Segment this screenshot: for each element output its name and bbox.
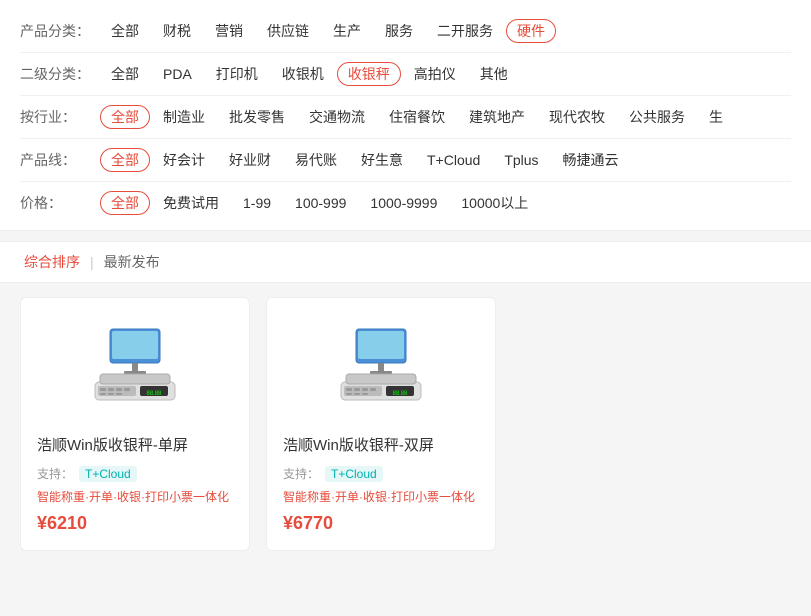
- sub-cashier[interactable]: 收银机: [271, 61, 335, 87]
- support-tag-1: T+Cloud: [79, 466, 137, 482]
- subcategory-items: 全部 PDA 打印机 收银机 收银秤 高拍仪 其他: [100, 61, 519, 87]
- product-name-2: 浩顺Win版收银秤-双屏: [283, 434, 479, 455]
- sort-divider: |: [90, 254, 94, 270]
- product-price-2: ¥6770: [283, 513, 479, 534]
- pl-hkj[interactable]: 好会计: [152, 147, 216, 173]
- ind-modern-ag[interactable]: 现代农牧: [538, 104, 616, 130]
- product-card-2[interactable]: 88.88 浩顺Win版收银秤-双屏 支持： T+Cloud 智能称重·开单·收…: [266, 297, 496, 551]
- sort-comprehensive[interactable]: 综合排序: [20, 250, 84, 274]
- ind-logistics[interactable]: 交通物流: [298, 104, 376, 130]
- pl-tcloud[interactable]: T+Cloud: [416, 149, 491, 171]
- ind-all[interactable]: 全部: [100, 105, 150, 129]
- cat-all[interactable]: 全部: [100, 18, 150, 44]
- product-support-1: 支持： T+Cloud: [37, 465, 233, 482]
- cat-supply[interactable]: 供应链: [256, 18, 320, 44]
- cat-hardware[interactable]: 硬件: [506, 19, 556, 43]
- product-name-1: 浩顺Win版收银秤-单屏: [37, 434, 233, 455]
- price-label: 价格：: [20, 193, 92, 213]
- sub-scale[interactable]: 收银秤: [337, 62, 401, 86]
- subcategory-filter-row: 二级分类： 全部 PDA 打印机 收银机 收银秤 高拍仪 其他: [20, 53, 791, 96]
- price-100-999[interactable]: 100-999: [284, 192, 357, 214]
- sub-printer[interactable]: 打印机: [205, 61, 269, 87]
- ind-realestate[interactable]: 建筑地产: [458, 104, 536, 130]
- product-desc-1: 智能称重·开单·收银·打印小票一体化: [37, 488, 233, 505]
- product-svg-1: 88.88: [80, 324, 190, 414]
- product-image-2: 88.88: [283, 314, 479, 424]
- ind-hospitality[interactable]: 住宿餐饮: [378, 104, 456, 130]
- price-all[interactable]: 全部: [100, 191, 150, 215]
- sub-pda[interactable]: PDA: [152, 63, 203, 85]
- productline-label: 产品线：: [20, 150, 92, 170]
- product-image-1: 88.88: [37, 314, 233, 424]
- filter-panel: 产品分类： 全部 财税 营销 供应链 生产 服务 二开服务 硬件 二级分类： 全…: [0, 0, 811, 231]
- pl-tplus[interactable]: Tplus: [493, 149, 549, 171]
- support-label-1: 支持：: [37, 465, 73, 482]
- pl-hyc[interactable]: 好业财: [218, 147, 282, 173]
- industry-filter-row: 按行业： 全部 制造业 批发零售 交通物流 住宿餐饮 建筑地产 现代农牧 公共服…: [20, 96, 791, 139]
- cat-marketing[interactable]: 营销: [204, 18, 254, 44]
- pl-all[interactable]: 全部: [100, 148, 150, 172]
- pl-hss[interactable]: 好生意: [350, 147, 414, 173]
- category-items: 全部 财税 营销 供应链 生产 服务 二开服务 硬件: [100, 18, 556, 44]
- price-10000plus[interactable]: 10000以上: [450, 190, 539, 216]
- sub-all[interactable]: 全部: [100, 61, 150, 87]
- category-filter-row: 产品分类： 全部 财税 营销 供应链 生产 服务 二开服务 硬件: [20, 10, 791, 53]
- subcategory-label: 二级分类：: [20, 64, 92, 84]
- product-desc-2: 智能称重·开单·收银·打印小票一体化: [283, 488, 479, 505]
- support-label-2: 支持：: [283, 465, 319, 482]
- productline-filter-row: 产品线： 全部 好会计 好业财 易代账 好生意 T+Cloud Tplus 畅捷…: [20, 139, 791, 182]
- sub-highcam[interactable]: 高拍仪: [403, 61, 467, 87]
- category-label: 产品分类：: [20, 21, 92, 41]
- sub-other[interactable]: 其他: [469, 61, 519, 87]
- price-1-99[interactable]: 1-99: [232, 192, 282, 214]
- pl-ydz[interactable]: 易代账: [284, 147, 348, 173]
- ind-bio[interactable]: 生: [698, 104, 734, 130]
- product-svg-2: 88.88: [326, 324, 436, 414]
- sort-latest[interactable]: 最新发布: [100, 250, 164, 274]
- pl-changjietong[interactable]: 畅捷通云: [552, 147, 630, 173]
- ind-manufacturing[interactable]: 制造业: [152, 104, 216, 130]
- price-1000-9999[interactable]: 1000-9999: [359, 192, 448, 214]
- product-support-2: 支持： T+Cloud: [283, 465, 479, 482]
- svg-text:88.88: 88.88: [392, 391, 408, 397]
- ind-public[interactable]: 公共服务: [618, 104, 696, 130]
- svg-text:88.88: 88.88: [146, 391, 162, 397]
- productline-items: 全部 好会计 好业财 易代账 好生意 T+Cloud Tplus 畅捷通云: [100, 147, 630, 173]
- support-tag-2: T+Cloud: [325, 466, 383, 482]
- cat-open[interactable]: 二开服务: [426, 18, 504, 44]
- cat-tax[interactable]: 财税: [152, 18, 202, 44]
- product-card-1[interactable]: 88.88 浩顺Win版收银秤-单屏 支持： T+Cloud 智能称重·开单·收…: [20, 297, 250, 551]
- cat-production[interactable]: 生产: [322, 18, 372, 44]
- ind-wholesale[interactable]: 批发零售: [218, 104, 296, 130]
- product-price-1: ¥6210: [37, 513, 233, 534]
- sort-bar: 综合排序 | 最新发布: [0, 241, 811, 283]
- industry-items: 全部 制造业 批发零售 交通物流 住宿餐饮 建筑地产 现代农牧 公共服务 生: [100, 104, 734, 130]
- price-free[interactable]: 免费试用: [152, 190, 230, 216]
- cat-service[interactable]: 服务: [374, 18, 424, 44]
- industry-label: 按行业：: [20, 107, 92, 127]
- products-grid: 88.88 浩顺Win版收银秤-单屏 支持： T+Cloud 智能称重·开单·收…: [0, 283, 811, 565]
- price-filter-row: 价格： 全部 免费试用 1-99 100-999 1000-9999 10000…: [20, 182, 791, 224]
- price-items: 全部 免费试用 1-99 100-999 1000-9999 10000以上: [100, 190, 539, 216]
